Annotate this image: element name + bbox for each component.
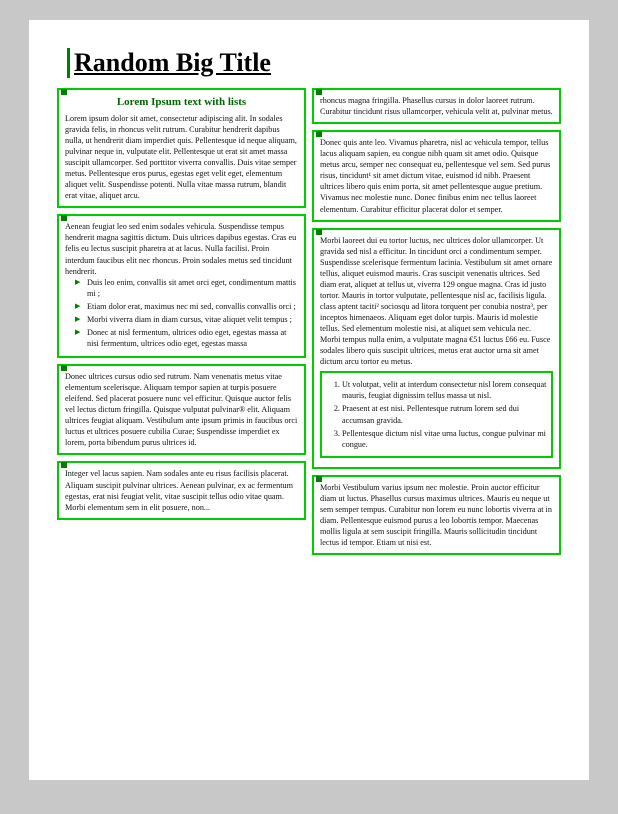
- page-title: Random Big Title: [67, 48, 561, 78]
- left-box-3-text: Donec ultrices cursus odio sed rutrum. N…: [65, 371, 298, 448]
- box-marker-r3: [316, 229, 322, 235]
- right-box-2-text: Donec quis ante leo. Vivamus pharetra, n…: [320, 137, 553, 214]
- right-box-3: Morbi laoreet dui eu tortor luctus, nec …: [312, 228, 561, 469]
- bullet-item-2: Etiam dolor erat, maximus nec mi sed, co…: [75, 301, 298, 312]
- bullet-item-3: Morbi viverra diam in diam cursus, vitae…: [75, 314, 298, 325]
- right-box-1: rhoncus magna fringilla. Phasellus cursu…: [312, 88, 561, 124]
- right-box-4: Morbi Vestibulum varius ipsum nec molest…: [312, 475, 561, 555]
- left-box-4: Integer vel lacus sapien. Nam sodales an…: [57, 461, 306, 519]
- right-box-1-text: rhoncus magna fringilla. Phasellus cursu…: [320, 95, 553, 117]
- left-box-1-text: Lorem ipsum dolor sit amet, consectetur …: [65, 113, 298, 202]
- right-box-2: Donec quis ante leo. Vivamus pharetra, n…: [312, 130, 561, 221]
- left-column: Lorem Ipsum text with lists Lorem ipsum …: [57, 88, 306, 555]
- right-box-3-text: Morbi laoreet dui eu tortor luctus, nec …: [320, 235, 553, 368]
- numbered-item-3: Pellentesque dictum nisl vitae urna luct…: [342, 428, 547, 450]
- numbered-item-2: Praesent at est nisi. Pellentesque rutru…: [342, 403, 547, 425]
- left-box-3: Donec ultrices cursus odio sed rutrum. N…: [57, 364, 306, 455]
- box-marker-1: [61, 89, 67, 95]
- numbered-item-1: Ut volutpat, velit at interdum consectet…: [342, 379, 547, 401]
- box-marker-2: [61, 215, 67, 221]
- left-box-2: Aenean feugiat leo sed enim sodales vehi…: [57, 214, 306, 358]
- box-marker-r1: [316, 89, 322, 95]
- left-box-4-text: Integer vel lacus sapien. Nam sodales an…: [65, 468, 298, 512]
- content-columns: Lorem Ipsum text with lists Lorem ipsum …: [57, 88, 561, 555]
- box-marker-r2: [316, 131, 322, 137]
- lorem-header: Lorem Ipsum text with lists: [65, 95, 298, 110]
- bullet-item-1: Duis leo enim, convallis sit amet orci e…: [75, 277, 298, 299]
- left-box-2-text: Aenean feugiat leo sed enim sodales vehi…: [65, 221, 298, 276]
- box-marker-r4: [316, 476, 322, 482]
- left-box-1: Lorem Ipsum text with lists Lorem ipsum …: [57, 88, 306, 208]
- right-box-4-text: Morbi Vestibulum varius ipsum nec molest…: [320, 482, 553, 548]
- numbered-subbox: Ut volutpat, velit at interdum consectet…: [320, 371, 553, 457]
- bullet-list: Duis leo enim, convallis sit amet orci e…: [65, 277, 298, 349]
- page: Random Big Title Lorem Ipsum text with l…: [29, 20, 589, 780]
- numbered-list: Ut volutpat, velit at interdum consectet…: [326, 379, 547, 449]
- box-marker-3: [61, 365, 67, 371]
- bullet-item-4: Donec at nisl fermentum, ultrices odio e…: [75, 327, 298, 349]
- right-column: rhoncus magna fringilla. Phasellus cursu…: [312, 88, 561, 555]
- box-marker-4: [61, 462, 67, 468]
